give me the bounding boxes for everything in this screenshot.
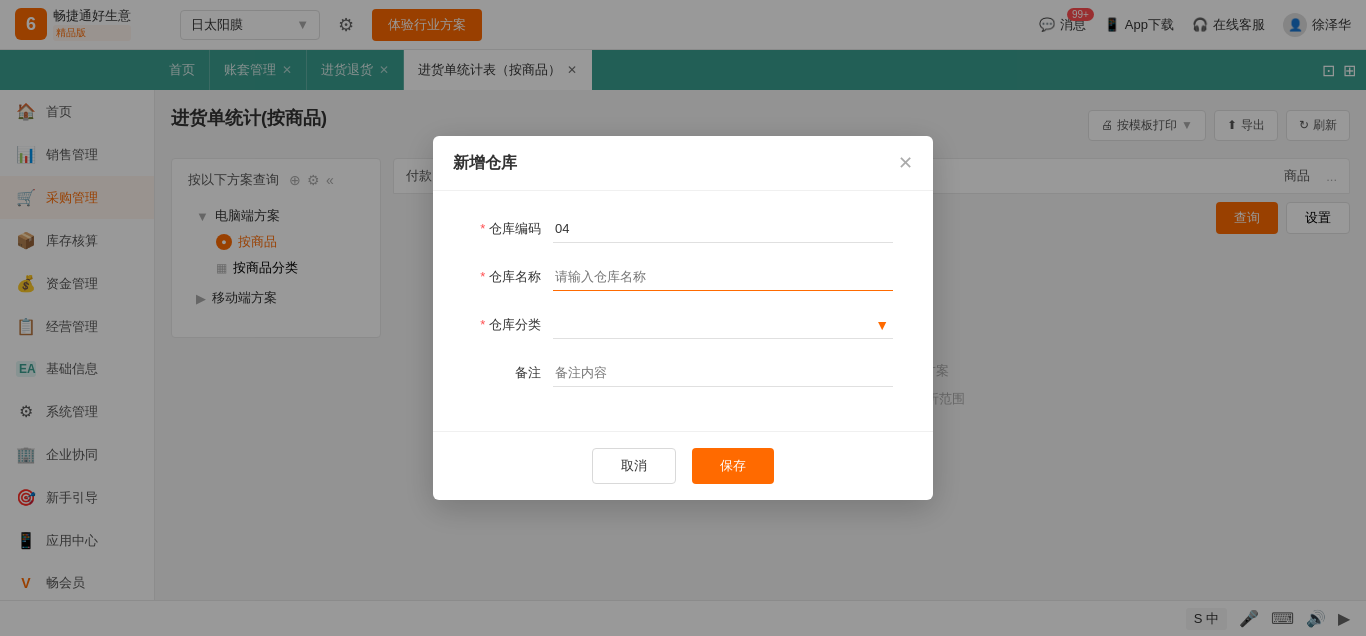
note-label: 备注 [473,364,553,382]
note-input[interactable] [553,359,893,387]
code-input[interactable] [553,215,893,243]
modal-overlay: 新增仓库 ✕ 仓库编码 仓库名称 仓库分类 ▼ [0,0,1366,636]
code-label: 仓库编码 [473,220,553,238]
name-input[interactable] [553,263,893,291]
save-button[interactable]: 保存 [692,448,774,484]
name-label: 仓库名称 [473,268,553,286]
modal-title: 新增仓库 [453,153,517,174]
modal-footer: 取消 保存 [433,431,933,500]
category-select[interactable] [553,311,893,339]
category-select-wrap: ▼ [553,311,893,339]
form-row-name: 仓库名称 [473,263,893,291]
form-row-code: 仓库编码 [473,215,893,243]
form-row-category: 仓库分类 ▼ [473,311,893,339]
category-label: 仓库分类 [473,316,553,334]
cancel-button[interactable]: 取消 [592,448,676,484]
modal-close-button[interactable]: ✕ [898,152,913,174]
form-row-note: 备注 [473,359,893,387]
modal-header: 新增仓库 ✕ [433,136,933,191]
new-warehouse-modal: 新增仓库 ✕ 仓库编码 仓库名称 仓库分类 ▼ [433,136,933,500]
modal-body: 仓库编码 仓库名称 仓库分类 ▼ 备注 [433,191,933,431]
